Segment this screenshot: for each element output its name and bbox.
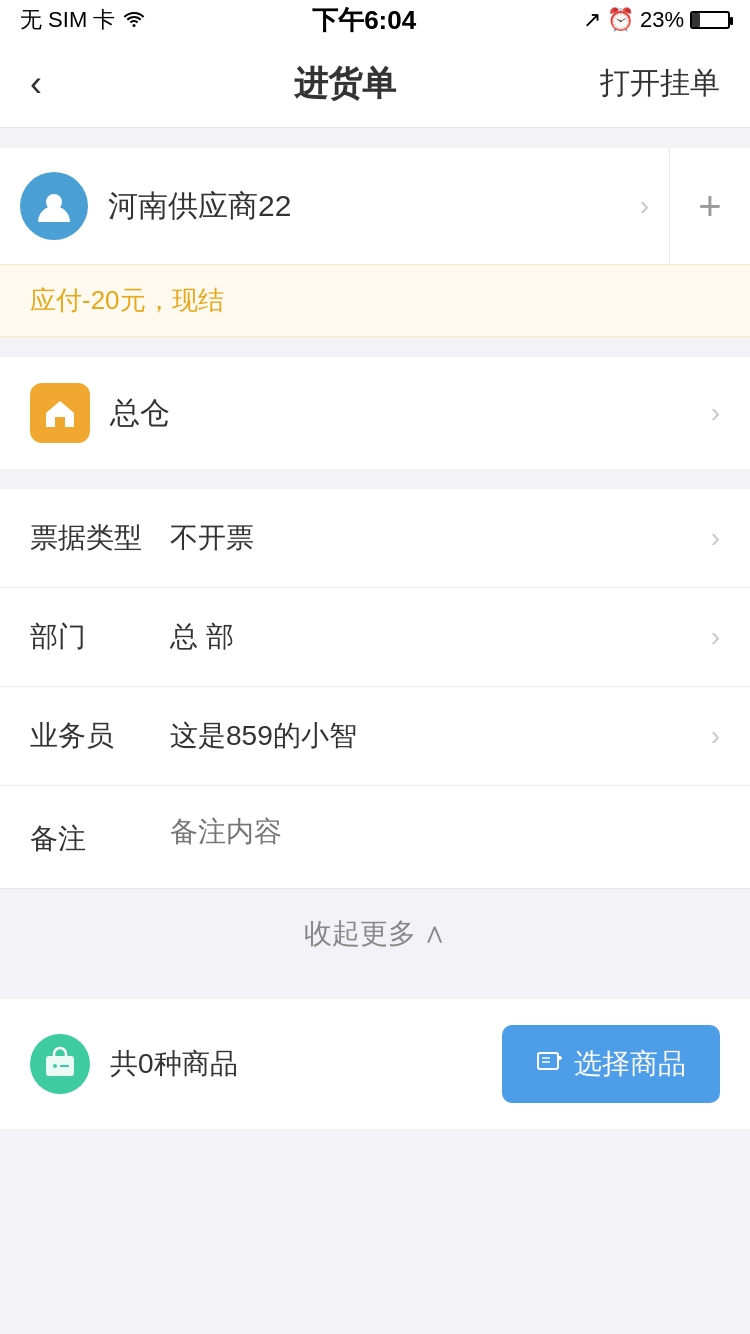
warehouse-name: 总仓 — [110, 393, 701, 434]
supplier-selector[interactable]: 河南供应商22 › — [0, 148, 670, 264]
nav-bar: ‹ 进货单 打开挂单 — [0, 40, 750, 128]
svg-rect-1 — [55, 417, 65, 427]
remark-row: 备注 — [0, 786, 750, 888]
invoice-chevron-icon: › — [711, 522, 720, 554]
dept-value: 总 部 — [170, 618, 701, 656]
warehouse-section[interactable]: 总仓 › — [0, 357, 750, 469]
select-goods-icon — [536, 1047, 564, 1082]
supplier-section: 河南供应商22 › + — [0, 148, 750, 264]
goods-count-label: 共0种商品 — [110, 1045, 482, 1083]
remark-input[interactable] — [170, 816, 720, 848]
status-right: ↗ ⏰ 23% — [583, 7, 730, 33]
invoice-type-row[interactable]: 票据类型 不开票 › — [0, 489, 750, 588]
invoice-label: 票据类型 — [30, 519, 170, 557]
salesman-chevron-icon: › — [711, 720, 720, 752]
salesman-label: 业务员 — [30, 717, 170, 755]
page-title: 进货单 — [294, 61, 396, 107]
form-section: 票据类型 不开票 › 部门 总 部 › 业务员 这是859的小智 › 备注 — [0, 489, 750, 888]
dept-label: 部门 — [30, 618, 170, 656]
battery-icon — [690, 11, 730, 29]
select-goods-label: 选择商品 — [574, 1045, 686, 1083]
collapse-button[interactable]: 收起更多 ∧ — [0, 888, 750, 979]
warehouse-chevron-icon: › — [711, 397, 720, 429]
add-supplier-button[interactable]: + — [670, 148, 750, 264]
alarm-icon: ⏰ — [607, 7, 634, 33]
invoice-value: 不开票 — [170, 519, 701, 557]
dept-chevron-icon: › — [711, 621, 720, 653]
battery-percent: 23% — [640, 7, 684, 33]
wifi-icon — [123, 9, 145, 32]
content-area: 河南供应商22 › + 应付-20元，现结 总仓 › 票据类型 不开票 › 部门… — [0, 148, 750, 1129]
status-time: 下午6:04 — [312, 3, 416, 38]
status-left: 无 SIM 卡 — [20, 5, 145, 35]
location-icon: ↗ — [583, 7, 601, 33]
collapse-label: 收起更多 ∧ — [304, 915, 447, 953]
department-row[interactable]: 部门 总 部 › — [0, 588, 750, 687]
salesman-value: 这是859的小智 — [170, 717, 701, 755]
supplier-avatar — [20, 172, 88, 240]
status-bar: 无 SIM 卡 下午6:04 ↗ ⏰ 23% — [0, 0, 750, 40]
bottom-bar: 共0种商品 选择商品 — [0, 999, 750, 1129]
supplier-name: 河南供应商22 — [108, 186, 630, 227]
carrier-label: 无 SIM 卡 — [20, 5, 115, 35]
salesman-row[interactable]: 业务员 这是859的小智 › — [0, 687, 750, 786]
remark-label: 备注 — [30, 816, 170, 858]
warehouse-icon — [30, 383, 90, 443]
svg-point-3 — [53, 1064, 57, 1068]
notice-banner: 应付-20元，现结 — [0, 264, 750, 337]
open-pending-button[interactable]: 打开挂单 — [600, 63, 720, 104]
notice-text: 应付-20元，现结 — [30, 285, 224, 315]
select-goods-button[interactable]: 选择商品 — [502, 1025, 720, 1103]
supplier-chevron-icon: › — [640, 190, 649, 222]
goods-icon — [30, 1034, 90, 1094]
back-button[interactable]: ‹ — [30, 63, 90, 105]
svg-rect-5 — [538, 1053, 558, 1069]
